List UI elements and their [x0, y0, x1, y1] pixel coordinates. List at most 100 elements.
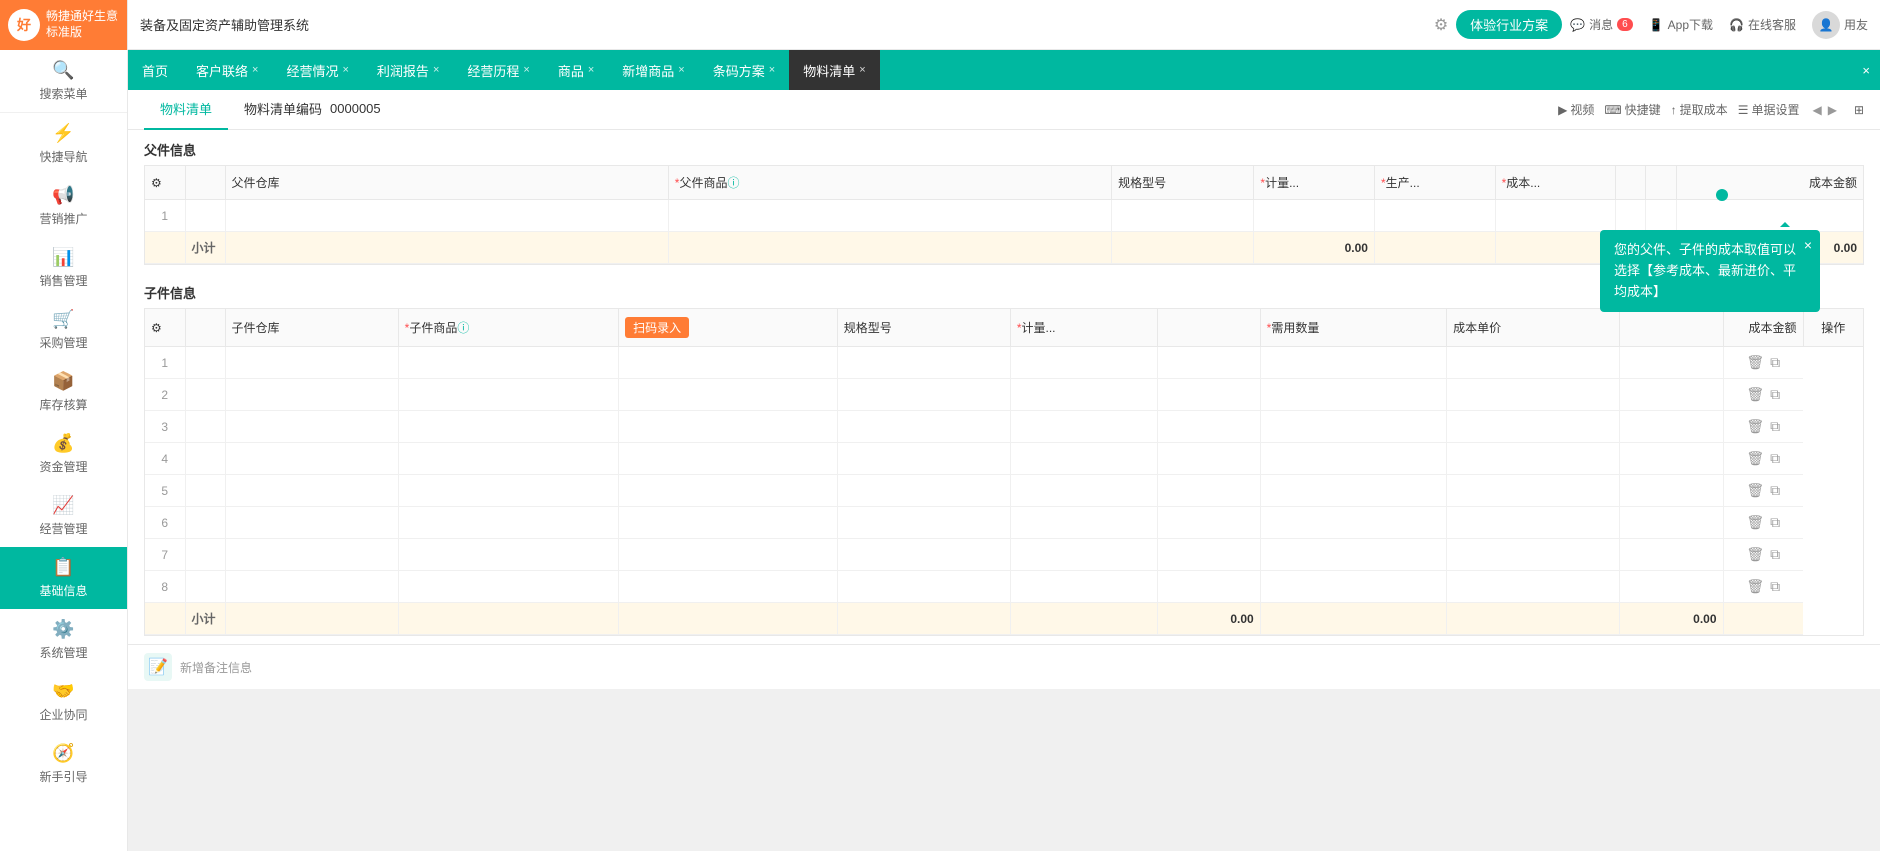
- parent-goods-input[interactable]: [675, 208, 1105, 223]
- delete-icon-row2[interactable]: 🗑: [1746, 386, 1764, 403]
- tab-home[interactable]: 首页: [128, 50, 182, 90]
- child-row8-warehouse[interactable]: [185, 571, 225, 603]
- child-row5-qty-unit[interactable]: [837, 475, 1010, 507]
- child-row4-spec[interactable]: [619, 443, 838, 475]
- child-row4-warehouse[interactable]: [185, 443, 225, 475]
- sidebar-item-search[interactable]: 🔍 搜索菜单: [0, 50, 127, 113]
- child-row2-goods[interactable]: [225, 379, 398, 411]
- copy-icon-row3[interactable]: ⧉: [1770, 418, 1780, 435]
- child-row8-qty-unit[interactable]: [837, 571, 1010, 603]
- child-row1-goods[interactable]: [225, 347, 398, 379]
- sidebar-item-system[interactable]: ⚙️ 系统管理: [0, 609, 127, 671]
- doc-settings-action[interactable]: ☰ 单据设置: [1738, 101, 1800, 118]
- delete-icon-row7[interactable]: 🗑: [1746, 546, 1764, 563]
- scan-input-btn[interactable]: 扫码录入: [625, 317, 689, 338]
- tab-operation-status[interactable]: 经营情况 ×: [272, 50, 362, 90]
- child-row5-unit-cost[interactable]: [1260, 475, 1446, 507]
- tab-close-operation-history[interactable]: ×: [523, 64, 529, 76]
- child-row8-spec[interactable]: [619, 571, 838, 603]
- child-row2-spec[interactable]: [619, 379, 838, 411]
- tab-close-bom[interactable]: ×: [859, 64, 865, 76]
- child-row5-warehouse[interactable]: [185, 475, 225, 507]
- sidebar-item-inventory[interactable]: 📦 库存核算: [0, 361, 127, 423]
- child-row7-goods[interactable]: [225, 539, 398, 571]
- delete-icon-row8[interactable]: 🗑: [1746, 578, 1764, 595]
- sub-tab-bom-list[interactable]: 物料清单: [144, 90, 228, 130]
- copy-icon-row6[interactable]: ⧉: [1770, 514, 1780, 531]
- child-row8-goods[interactable]: [225, 571, 398, 603]
- tab-close-goods[interactable]: ×: [588, 64, 594, 76]
- child-row7-unit-cost[interactable]: [1260, 539, 1446, 571]
- copy-icon-row8[interactable]: ⧉: [1770, 578, 1780, 595]
- child-row3-spec[interactable]: [619, 411, 838, 443]
- tab-operation-history[interactable]: 经营历程 ×: [453, 50, 543, 90]
- tab-goods[interactable]: 商品 ×: [544, 50, 608, 90]
- sidebar-item-operation[interactable]: 📈 经营管理: [0, 485, 127, 547]
- sidebar-item-sales[interactable]: 📊 销售管理: [0, 237, 127, 299]
- child-row8-need-qty[interactable]: [1157, 571, 1260, 603]
- tab-close-profit[interactable]: ×: [433, 64, 439, 76]
- parent-row1-col2[interactable]: [225, 200, 668, 232]
- tab-new-goods[interactable]: 新增商品 ×: [608, 50, 698, 90]
- sidebar-item-quick-nav[interactable]: ⚡ 快捷导航: [0, 113, 127, 175]
- child-row3-qty-unit[interactable]: [837, 411, 1010, 443]
- child-row3-goods[interactable]: [225, 411, 398, 443]
- th-child-scan[interactable]: 扫码录入: [619, 309, 838, 347]
- child-row5-need-qty[interactable]: [1157, 475, 1260, 507]
- child-row7-spec[interactable]: [619, 539, 838, 571]
- tab-customer[interactable]: 客户联络 ×: [182, 50, 272, 90]
- th-settings-parent[interactable]: ⚙: [145, 166, 185, 200]
- tooltip-close-btn[interactable]: ×: [1804, 234, 1812, 256]
- delete-icon-row4[interactable]: 🗑: [1746, 450, 1764, 467]
- child-row1-spec[interactable]: [619, 347, 838, 379]
- child-row1-unit-cost[interactable]: [1260, 347, 1446, 379]
- tab-close-barcode[interactable]: ×: [769, 64, 775, 76]
- child-row4-qty-unit[interactable]: [837, 443, 1010, 475]
- sidebar-item-cooperation[interactable]: 🤝 企业协同: [0, 671, 127, 733]
- close-all-tabs[interactable]: ×: [1852, 63, 1880, 78]
- parent-row1-col4[interactable]: [1112, 200, 1254, 232]
- child-row3-warehouse[interactable]: [185, 411, 225, 443]
- child-row5-spec[interactable]: [619, 475, 838, 507]
- child-row5-goods[interactable]: [225, 475, 398, 507]
- video-action[interactable]: ▶ 视频: [1558, 101, 1594, 118]
- tab-bom[interactable]: 物料清单 ×: [789, 50, 879, 90]
- sub-tab-bom-code[interactable]: 物料清单编码 0000005: [228, 90, 397, 130]
- try-btn[interactable]: 体验行业方案: [1456, 10, 1562, 39]
- child-row2-unit-cost[interactable]: [1260, 379, 1446, 411]
- child-row1-need-qty[interactable]: [1157, 347, 1260, 379]
- copy-icon-row2[interactable]: ⧉: [1770, 386, 1780, 403]
- child-row6-warehouse[interactable]: [185, 507, 225, 539]
- child-row1-qty-unit[interactable]: [837, 347, 1010, 379]
- tab-profit[interactable]: 利润报告 ×: [363, 50, 453, 90]
- nav-next[interactable]: ▶: [1825, 103, 1840, 117]
- th-settings-child[interactable]: ⚙: [145, 309, 185, 347]
- tab-close-customer[interactable]: ×: [252, 64, 258, 76]
- nav-prev[interactable]: ◀: [1809, 103, 1824, 117]
- child-row2-qty-unit[interactable]: [837, 379, 1010, 411]
- tab-close-operation-status[interactable]: ×: [342, 64, 348, 76]
- child-row6-spec[interactable]: [619, 507, 838, 539]
- child-row7-qty-unit[interactable]: [837, 539, 1010, 571]
- message-btn[interactable]: 💬 消息 6: [1570, 16, 1633, 33]
- delete-icon-row1[interactable]: 🗑: [1746, 354, 1764, 371]
- child-row6-qty-unit[interactable]: [837, 507, 1010, 539]
- child-row3-need-qty[interactable]: [1157, 411, 1260, 443]
- sidebar-item-marketing[interactable]: 📢 营销推广: [0, 175, 127, 237]
- child-row2-warehouse[interactable]: [185, 379, 225, 411]
- app-download-btn[interactable]: 📱 App下载: [1649, 16, 1713, 33]
- settings-icon[interactable]: ⚙: [1434, 15, 1448, 35]
- child-row6-need-qty[interactable]: [1157, 507, 1260, 539]
- online-service-btn[interactable]: 🎧 在线客服: [1729, 16, 1796, 33]
- tab-close-new-goods[interactable]: ×: [678, 64, 684, 76]
- child-row6-unit-cost[interactable]: [1260, 507, 1446, 539]
- user-btn[interactable]: 👤 用友: [1812, 11, 1868, 39]
- child-row6-goods[interactable]: [225, 507, 398, 539]
- child-row4-unit-cost[interactable]: [1260, 443, 1446, 475]
- delete-icon-row3[interactable]: 🗑: [1746, 418, 1764, 435]
- child-row3-unit-cost[interactable]: [1260, 411, 1446, 443]
- grid-view-icon[interactable]: ⊞: [1854, 103, 1864, 117]
- child-row1-warehouse[interactable]: [185, 347, 225, 379]
- sidebar-item-purchase[interactable]: 🛒 采购管理: [0, 299, 127, 361]
- add-note-icon[interactable]: 📝: [144, 653, 172, 681]
